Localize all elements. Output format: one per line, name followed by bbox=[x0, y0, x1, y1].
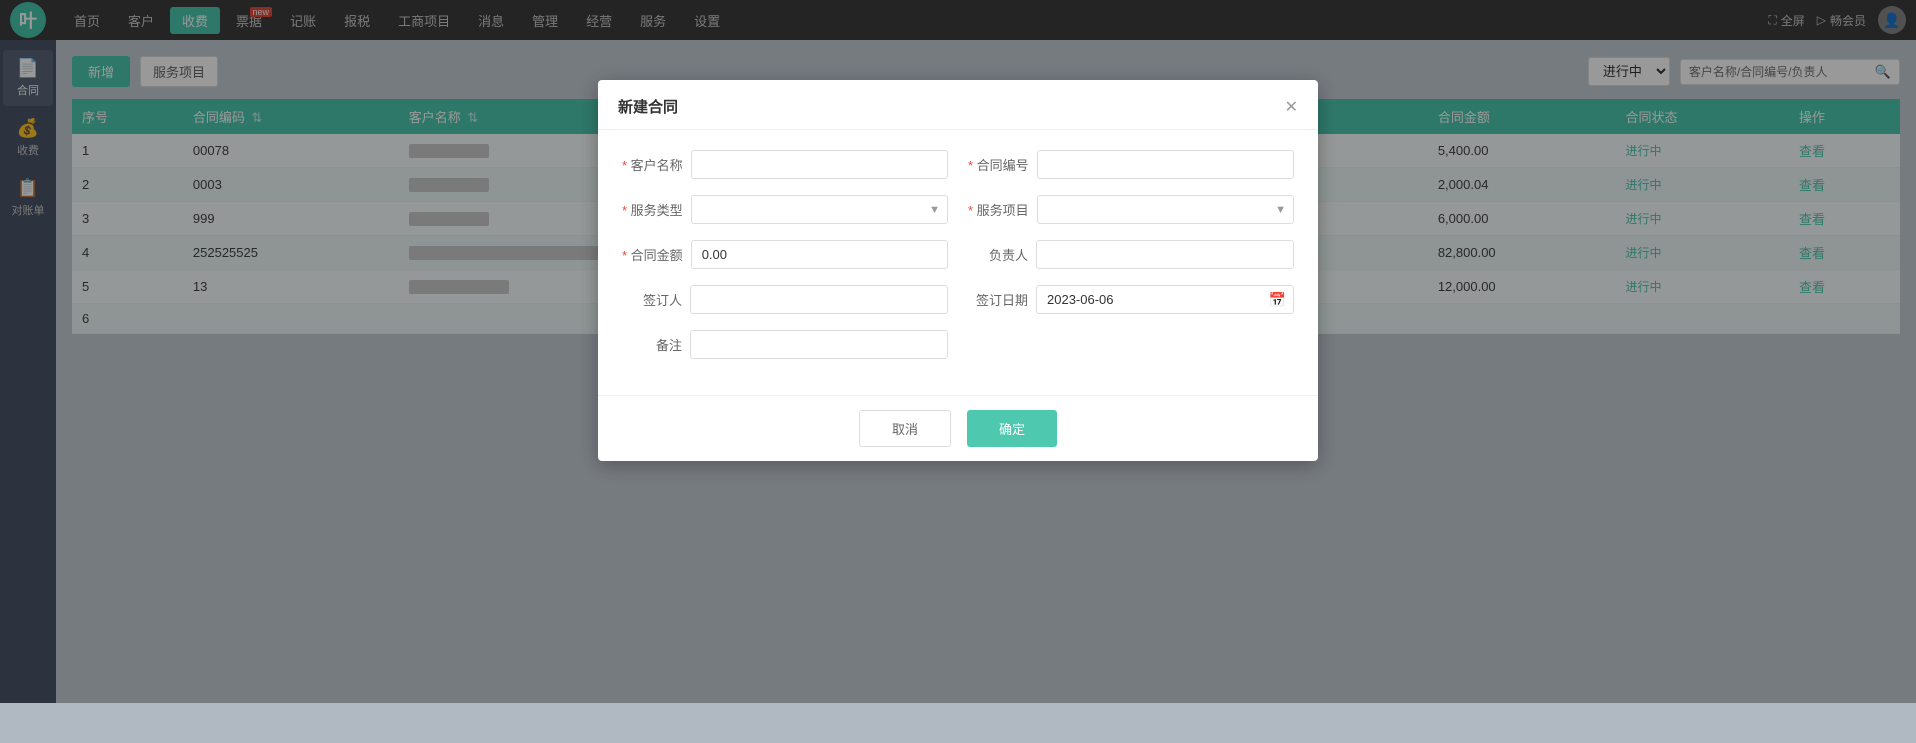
label-service-type: 服务类型 bbox=[622, 200, 683, 219]
form-row-2: 服务类型 ▼ 服务项目 ▼ bbox=[622, 195, 1294, 224]
form-group-responsible: 负责人 bbox=[968, 240, 1294, 269]
form-row-3: 合同金额 负责人 bbox=[622, 240, 1294, 269]
input-note[interactable] bbox=[690, 330, 948, 359]
form-group-contract-no: 合同编号 bbox=[968, 150, 1294, 179]
form-row-5: 备注 bbox=[622, 330, 1294, 359]
input-customer-name[interactable] bbox=[691, 150, 948, 179]
cancel-button[interactable]: 取消 bbox=[859, 410, 951, 447]
input-amount[interactable] bbox=[691, 240, 948, 269]
select-wrapper-service-type: ▼ bbox=[691, 195, 948, 224]
label-service-item: 服务项目 bbox=[968, 200, 1029, 219]
select-service-type[interactable] bbox=[691, 195, 948, 224]
label-responsible: 负责人 bbox=[968, 245, 1028, 264]
modal-title: 新建合同 bbox=[618, 96, 678, 117]
label-note: 备注 bbox=[622, 335, 682, 354]
label-amount: 合同金额 bbox=[622, 245, 683, 264]
label-sign-date: 签订日期 bbox=[968, 290, 1028, 309]
form-group-customer-name: 客户名称 bbox=[622, 150, 948, 179]
label-signer: 签订人 bbox=[622, 290, 682, 309]
select-wrapper-service-item: ▼ bbox=[1037, 195, 1294, 224]
label-contract-no: 合同编号 bbox=[968, 155, 1029, 174]
form-group-signer: 签订人 bbox=[622, 285, 948, 314]
input-signer[interactable] bbox=[690, 285, 948, 314]
modal-close-button[interactable]: ✕ bbox=[1285, 97, 1298, 117]
form-group-amount: 合同金额 bbox=[622, 240, 948, 269]
form-row-1: 客户名称 合同编号 bbox=[622, 150, 1294, 179]
modal-header: 新建合同 ✕ bbox=[598, 80, 1318, 130]
label-customer-name: 客户名称 bbox=[622, 155, 683, 174]
modal-body: 客户名称 合同编号 服务类型 ▼ bbox=[598, 130, 1318, 395]
select-service-item[interactable] bbox=[1037, 195, 1294, 224]
input-contract-no[interactable] bbox=[1037, 150, 1294, 179]
form-group-service-type: 服务类型 ▼ bbox=[622, 195, 948, 224]
form-group-note: 备注 bbox=[622, 330, 948, 359]
date-input-wrapper: 📅 bbox=[1036, 285, 1294, 314]
new-contract-modal: 新建合同 ✕ 客户名称 合同编号 服务类型 bbox=[598, 80, 1318, 461]
input-responsible[interactable] bbox=[1036, 240, 1294, 269]
form-row-4: 签订人 签订日期 📅 bbox=[622, 285, 1294, 314]
confirm-button[interactable]: 确定 bbox=[967, 410, 1057, 447]
modal-footer: 取消 确定 bbox=[598, 395, 1318, 461]
form-group-sign-date: 签订日期 📅 bbox=[968, 285, 1294, 314]
input-sign-date[interactable] bbox=[1036, 285, 1294, 314]
form-group-service-item: 服务项目 ▼ bbox=[968, 195, 1294, 224]
modal-overlay: 新建合同 ✕ 客户名称 合同编号 服务类型 bbox=[0, 0, 1916, 703]
